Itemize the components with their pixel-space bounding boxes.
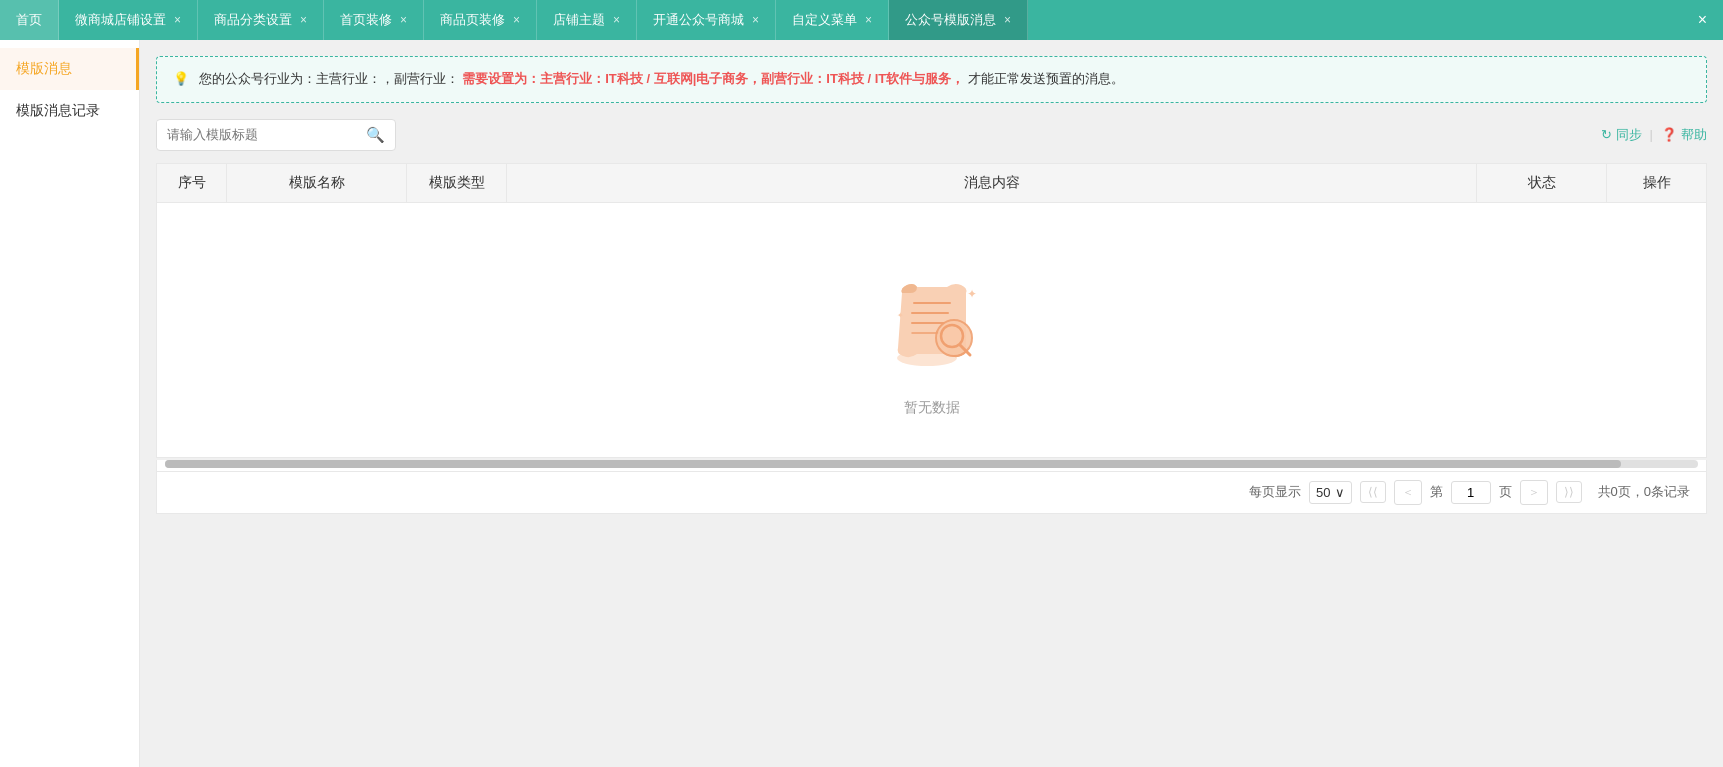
sync-icon: ↻ <box>1601 127 1612 142</box>
search-button[interactable]: 🔍 <box>356 120 395 150</box>
tab-custom-menu[interactable]: 自定义菜单 × <box>776 0 889 40</box>
first-page-icon: ⟨⟨ <box>1368 485 1378 499</box>
tab-shop-theme[interactable]: 店铺主题 × <box>537 0 637 40</box>
col-content: 消息内容 <box>507 163 1477 202</box>
tab-template-msg-label: 公众号模版消息 <box>905 11 996 29</box>
tab-custom-menu-close[interactable]: × <box>865 13 872 27</box>
col-action: 操作 <box>1607 163 1707 202</box>
total-info: 共0页，0条记录 <box>1598 483 1690 501</box>
per-page-label: 每页显示 <box>1249 483 1301 501</box>
empty-icon: ✦ ✦ <box>872 263 992 383</box>
tab-category-settings-label: 商品分类设置 <box>214 11 292 29</box>
main-layout: 模版消息 模版消息记录 💡 您的公众号行业为：主营行业：，副营行业： 需要设置为… <box>0 40 1723 767</box>
toolbar-right: ↻ 同步 | ❓ 帮助 <box>1601 126 1707 144</box>
per-page-select[interactable]: 50 ∨ <box>1309 481 1351 504</box>
table-header-row: 序号 模版名称 模版类型 消息内容 状态 操作 <box>157 163 1707 202</box>
tab-open-mall-label: 开通公众号商城 <box>653 11 744 29</box>
search-icon: 🔍 <box>366 126 385 143</box>
sync-button[interactable]: ↻ 同步 <box>1601 126 1642 144</box>
first-page-button[interactable]: ⟨⟨ <box>1360 481 1386 503</box>
scroll-bar-thumb[interactable] <box>165 460 1621 468</box>
data-table: 序号 模版名称 模版类型 消息内容 状态 操作 <box>156 163 1707 203</box>
tab-shop-theme-close[interactable]: × <box>613 13 620 27</box>
search-input-wrap[interactable]: 🔍 <box>156 119 396 151</box>
tab-product-decor-label: 商品页装修 <box>440 11 505 29</box>
page-label-pre: 第 <box>1430 483 1443 501</box>
tab-shop-settings-close[interactable]: × <box>174 13 181 27</box>
tab-bar: 首页 微商城店铺设置 × 商品分类设置 × 首页装修 × 商品页装修 × 店铺主… <box>0 0 1723 40</box>
tab-home-label: 首页 <box>16 11 42 29</box>
search-input[interactable] <box>157 121 356 148</box>
tab-category-settings[interactable]: 商品分类设置 × <box>198 0 324 40</box>
per-page-chevron-icon: ∨ <box>1335 485 1345 500</box>
tab-shop-settings[interactable]: 微商城店铺设置 × <box>59 0 198 40</box>
current-page-input[interactable] <box>1451 481 1491 504</box>
tab-home[interactable]: 首页 <box>0 0 59 40</box>
prev-page-icon: ＜ <box>1402 485 1414 499</box>
scroll-bar-area[interactable] <box>156 460 1707 472</box>
tab-open-mall[interactable]: 开通公众号商城 × <box>637 0 776 40</box>
tab-category-settings-close[interactable]: × <box>300 13 307 27</box>
tab-shop-settings-label: 微商城店铺设置 <box>75 11 166 29</box>
page-label-post: 页 <box>1499 483 1512 501</box>
tab-open-mall-close[interactable]: × <box>752 13 759 27</box>
next-page-button[interactable]: ＞ <box>1520 480 1548 505</box>
tab-product-decor-close[interactable]: × <box>513 13 520 27</box>
help-label: 帮助 <box>1681 126 1707 144</box>
col-status: 状态 <box>1477 163 1607 202</box>
per-page-value: 50 <box>1316 485 1330 500</box>
tab-product-decor[interactable]: 商品页装修 × <box>424 0 537 40</box>
notice-highlight: 需要设置为：主营行业：IT科技 / 互联网|电子商务，副营行业：IT科技 / I… <box>462 71 964 86</box>
notice-box: 💡 您的公众号行业为：主营行业：，副营行业： 需要设置为：主营行业：IT科技 /… <box>156 56 1707 103</box>
tab-template-msg-close[interactable]: × <box>1004 13 1011 27</box>
col-type: 模版类型 <box>407 163 507 202</box>
toolbar-divider: | <box>1650 127 1653 142</box>
sidebar-item-template-msg[interactable]: 模版消息 <box>0 48 139 90</box>
empty-state: ✦ ✦ 暂无数据 <box>156 203 1707 458</box>
last-page-button[interactable]: ⟩⟩ <box>1556 481 1582 503</box>
tab-home-decor[interactable]: 首页装修 × <box>324 0 424 40</box>
pagination: 每页显示 50 ∨ ⟨⟨ ＜ 第 页 ＞ ⟩⟩ 共0页，0条记录 <box>156 472 1707 514</box>
tab-custom-menu-label: 自定义菜单 <box>792 11 857 29</box>
search-bar: 🔍 ↻ 同步 | ❓ 帮助 <box>156 119 1707 151</box>
tab-home-decor-label: 首页装修 <box>340 11 392 29</box>
prev-page-button[interactable]: ＜ <box>1394 480 1422 505</box>
sidebar-item-template-msg-log-label: 模版消息记录 <box>16 102 100 118</box>
tab-bar-close-btn[interactable]: × <box>1682 0 1723 40</box>
help-icon: ❓ <box>1661 127 1677 142</box>
svg-text:✦: ✦ <box>897 311 904 320</box>
sidebar-item-template-msg-log[interactable]: 模版消息记录 <box>0 90 139 132</box>
notice-suffix: 才能正常发送预置的消息。 <box>968 71 1124 86</box>
help-button[interactable]: ❓ 帮助 <box>1661 126 1707 144</box>
col-index: 序号 <box>157 163 227 202</box>
sidebar: 模版消息 模版消息记录 <box>0 40 140 767</box>
empty-text: 暂无数据 <box>157 399 1706 417</box>
scroll-bar-track <box>165 460 1698 468</box>
tab-shop-theme-label: 店铺主题 <box>553 11 605 29</box>
last-page-icon: ⟩⟩ <box>1564 485 1574 499</box>
notice-icon: 💡 <box>173 71 189 86</box>
sidebar-item-template-msg-label: 模版消息 <box>16 60 72 76</box>
content-area: 💡 您的公众号行业为：主营行业：，副营行业： 需要设置为：主营行业：IT科技 /… <box>140 40 1723 767</box>
next-page-icon: ＞ <box>1528 485 1540 499</box>
sync-label: 同步 <box>1616 126 1642 144</box>
col-name: 模版名称 <box>227 163 407 202</box>
svg-text:✦: ✦ <box>967 287 977 301</box>
tab-template-msg[interactable]: 公众号模版消息 × <box>889 0 1028 40</box>
tab-home-decor-close[interactable]: × <box>400 13 407 27</box>
notice-prefix: 您的公众号行业为：主营行业：，副营行业： <box>199 71 459 86</box>
